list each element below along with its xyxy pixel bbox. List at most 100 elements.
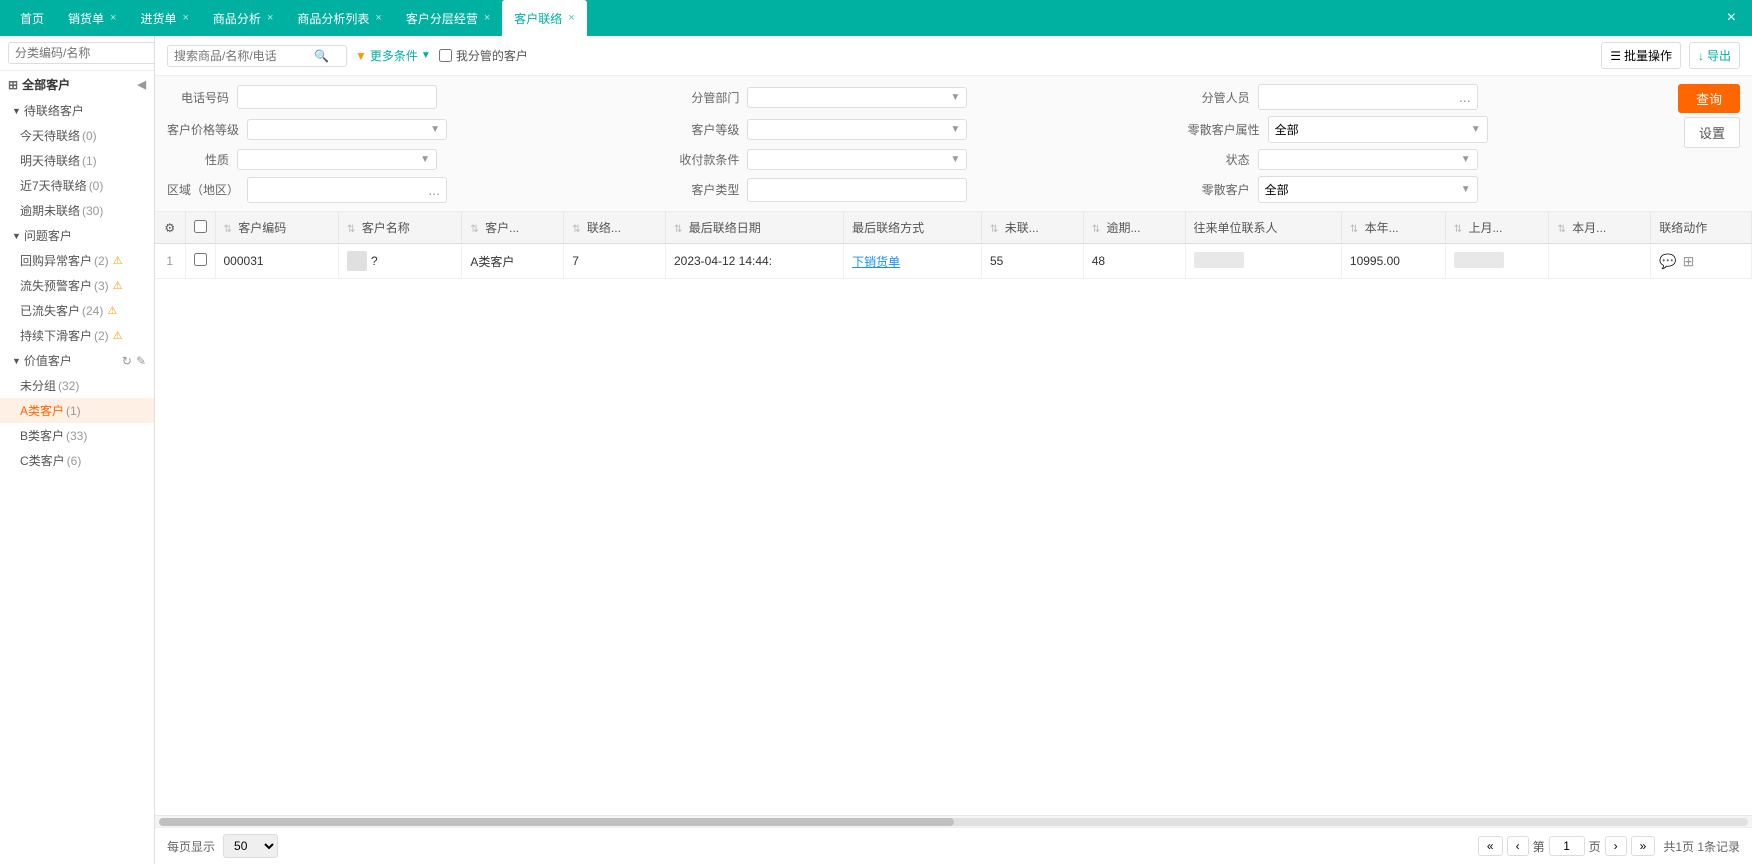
sidebar-group-problem[interactable]: ▼ 问题客户 [0, 223, 154, 248]
nav-home[interactable]: 首页 [8, 0, 56, 36]
refresh-icon[interactable]: ↻ [122, 354, 132, 368]
next-page-btn[interactable]: › [1605, 836, 1627, 856]
filter-search-icon[interactable]: 🔍 [314, 49, 329, 63]
sidebar-group-pending[interactable]: ▼ 待联络客户 [0, 98, 154, 123]
retail-customer-select[interactable]: 全部 ▼ [1258, 176, 1478, 203]
action-cell: 💬 ⊞ [1651, 244, 1752, 279]
col-last-month[interactable]: ⇅ 上月... [1445, 212, 1549, 244]
prev-page-btn[interactable]: ‹ [1507, 836, 1529, 856]
collapse-icon[interactable]: ◀ [138, 78, 146, 91]
filter-row-3: 性质 ▼ 收付款条件 ▼ [167, 149, 1666, 170]
region-dots-icon: ... [428, 182, 440, 198]
payment-select[interactable]: ▼ [747, 149, 967, 170]
first-page-btn[interactable]: « [1478, 836, 1503, 856]
nav-product-analysis-list[interactable]: 商品分析列表 × [285, 0, 393, 36]
sidebar-item-7days[interactable]: 近7天待联络(0) [0, 173, 154, 198]
filter-search-input[interactable] [174, 49, 314, 63]
sidebar-item-class-b[interactable]: B类客户(33) [0, 423, 154, 448]
close-customer-contact-icon[interactable]: × [568, 12, 574, 24]
filter-cell-price-grade: 客户价格等级 ▼ [167, 119, 645, 140]
sidebar-item-churn-warning[interactable]: 流失预警客户(3) ⚠ [0, 273, 154, 298]
filter-cell-retail-attr: 零散客户属性 全部 ▼ [1188, 116, 1666, 143]
warn-icon-3: ⚠ [107, 304, 117, 317]
retail-customer-label: 零散客户 [1188, 181, 1258, 198]
col-current-month[interactable]: ⇅ 本月... [1549, 212, 1651, 244]
region-label: 区域（地区） [167, 181, 247, 198]
warn-icon-4: ⚠ [113, 329, 123, 342]
page-size-select[interactable]: 10 20 50 100 [223, 834, 278, 858]
sidebar-item-tomorrow[interactable]: 明天待联络(1) [0, 148, 154, 173]
customer-type-input[interactable] [747, 178, 967, 202]
last-page-btn[interactable]: » [1631, 836, 1656, 856]
col-customer-code[interactable]: ⇅ 客户编码 [215, 212, 338, 244]
select-all-checkbox[interactable] [194, 220, 207, 233]
col-last-contact-method[interactable]: 最后联络方式 [844, 212, 982, 244]
sidebar-item-declining[interactable]: 持续下滑客户(2) ⚠ [0, 323, 154, 348]
nav-purchase[interactable]: 进货单 × [128, 0, 200, 36]
contact-action-icon[interactable]: 💬 [1659, 253, 1676, 270]
retail-attr-select[interactable]: 全部 ▼ [1268, 116, 1488, 143]
row-checkbox[interactable] [194, 253, 207, 266]
my-customers-checkbox[interactable] [439, 49, 452, 62]
filter-row-2: 客户价格等级 ▼ 客户等级 ▼ [167, 116, 1666, 143]
sidebar-item-ungrouped[interactable]: 未分组(32) [0, 373, 154, 398]
close-purchase-icon[interactable]: × [182, 12, 188, 24]
col-customer-level[interactable]: ⇅ 客户... [462, 212, 564, 244]
nav-customer-tier[interactable]: 客户分层经营 × [394, 0, 502, 36]
status-select[interactable]: ▼ [1258, 149, 1478, 170]
sidebar-item-churned[interactable]: 已流失客户(24) ⚠ [0, 298, 154, 323]
close-all-button[interactable]: × [1719, 9, 1744, 27]
phone-input[interactable] [237, 85, 437, 109]
col-contact-count[interactable]: ⇅ 联络... [564, 212, 666, 244]
sidebar-item-overdue[interactable]: 逾期未联络(30) [0, 198, 154, 223]
nav-sales[interactable]: 销货单 × [56, 0, 128, 36]
col-last-contact-date[interactable]: ⇅ 最后联络日期 [665, 212, 843, 244]
sidebar-group-value[interactable]: ▼ 价值客户 ↻ ✎ [0, 348, 154, 373]
sidebar-item-class-c[interactable]: C类客户(6) [0, 448, 154, 473]
col-gear[interactable]: ⚙ [155, 212, 185, 244]
close-product-analysis-icon[interactable]: × [267, 12, 273, 24]
query-button[interactable]: 查询 [1678, 84, 1740, 113]
horizontal-scrollbar[interactable] [155, 815, 1752, 827]
contact-count-cell: 7 [564, 244, 666, 279]
sidebar: 🔍 ⊞ 全部客户 ◀ ▼ 待联络客户 今天待联络(0) 明天待联络(1) 近7天… [0, 36, 155, 864]
main-layout: 🔍 ⊞ 全部客户 ◀ ▼ 待联络客户 今天待联络(0) 明天待联络(1) 近7天… [0, 36, 1752, 864]
manager-label: 分管人员 [1188, 89, 1258, 106]
filter-actions: 查询 设置 [1666, 84, 1740, 203]
settings-button[interactable]: 设置 [1684, 117, 1740, 148]
edit-icon[interactable]: ✎ [136, 354, 146, 368]
export-button[interactable]: ↓ 导出 [1689, 42, 1740, 69]
price-grade-select[interactable]: ▼ [247, 119, 447, 140]
sidebar-search-input[interactable] [8, 42, 155, 64]
close-product-analysis-list-icon[interactable]: × [375, 12, 381, 24]
dept-select[interactable]: ▼ [747, 87, 967, 108]
more-action-icon[interactable]: ⊞ [1683, 253, 1695, 270]
last-contact-method-cell[interactable]: 下销货单 [844, 244, 982, 279]
sidebar-item-today[interactable]: 今天待联络(0) [0, 123, 154, 148]
col-not-contacted[interactable]: ⇅ 未联... [981, 212, 1083, 244]
sort-icon-contact: ⇅ [572, 224, 580, 235]
col-overdue[interactable]: ⇅ 逾期... [1083, 212, 1185, 244]
nav-customer-contact[interactable]: 客户联络 × [502, 0, 586, 36]
customer-grade-select[interactable]: ▼ [747, 119, 967, 140]
sidebar-item-repurchase-abnormal[interactable]: 回购异常客户(2) ⚠ [0, 248, 154, 273]
sidebar-search-container: 🔍 [0, 36, 154, 71]
filter-cell-phone: 电话号码 [167, 85, 645, 109]
more-conditions-btn[interactable]: ▼ 更多条件 ▼ [355, 47, 431, 64]
close-sales-icon[interactable]: × [110, 12, 116, 24]
col-current-year[interactable]: ⇅ 本年... [1341, 212, 1445, 244]
close-customer-tier-icon[interactable]: × [484, 12, 490, 24]
nature-select[interactable]: ▼ [237, 149, 437, 170]
col-customer-name[interactable]: ⇅ 客户名称 [338, 212, 461, 244]
customer-grade-label: 客户等级 [677, 121, 747, 138]
batch-ops-button[interactable]: ☰ 批量操作 [1601, 42, 1681, 69]
col-contact-person[interactable]: 往来单位联系人 [1185, 212, 1341, 244]
page-input[interactable] [1549, 836, 1585, 856]
contact-person-placeholder [1194, 252, 1244, 268]
nav-product-analysis[interactable]: 商品分析 × [201, 0, 285, 36]
sidebar-item-class-a[interactable]: A类客户(1) [0, 398, 154, 423]
region-select[interactable]: ... [247, 177, 447, 203]
manager-select[interactable]: ... [1258, 84, 1478, 110]
top-nav: 首页 销货单 × 进货单 × 商品分析 × 商品分析列表 × 客户分层经营 × … [0, 0, 1752, 36]
sidebar-all-customers[interactable]: ⊞ 全部客户 ◀ [0, 71, 154, 98]
